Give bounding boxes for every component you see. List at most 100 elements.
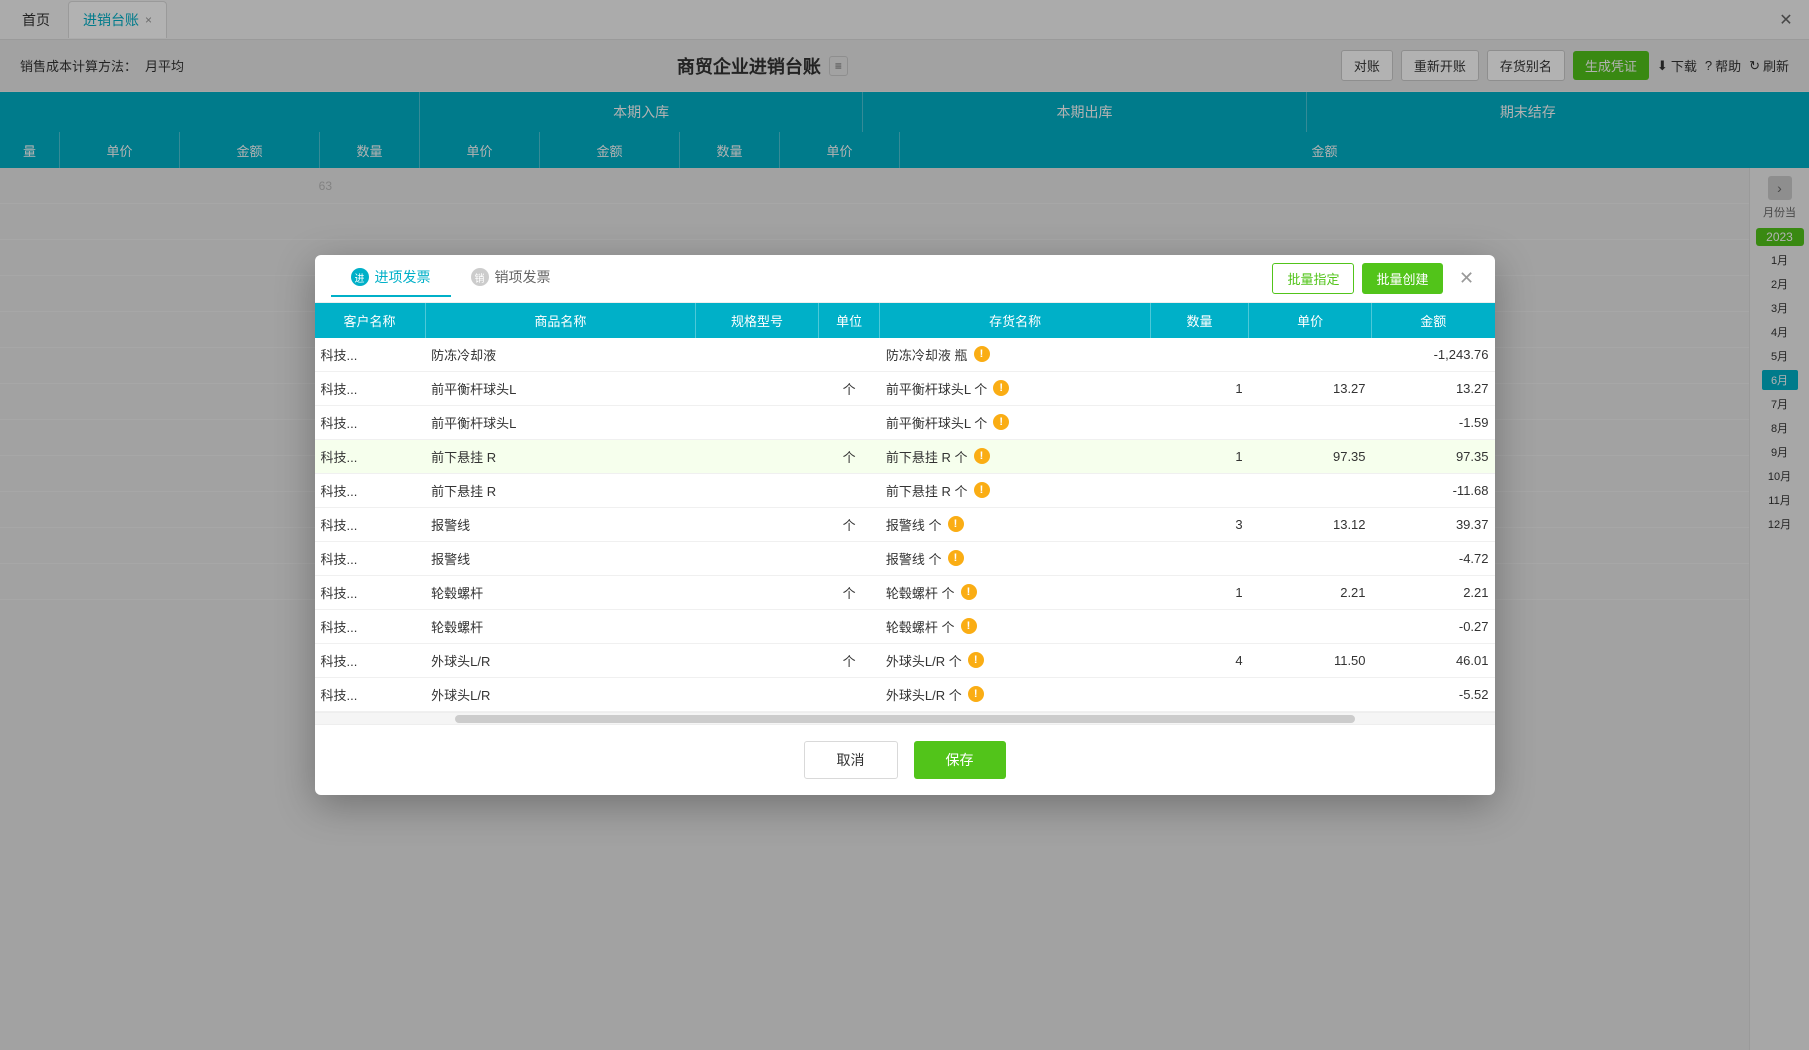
modal-tabs: 进 进项发票 销 销项发票 <box>331 259 571 297</box>
modal-table: 客户名称 商品名称 规格型号 单位 存货名称 数量 单价 金额 科技...防冻冷… <box>315 303 1495 713</box>
save-button[interactable]: 保存 <box>914 741 1006 779</box>
cell-amount: 97.35 <box>1372 440 1495 474</box>
cell-price <box>1249 406 1372 440</box>
warn-icon: ! <box>968 686 984 702</box>
batch-specify-button[interactable]: 批量指定 <box>1272 263 1354 294</box>
batch-create-button[interactable]: 批量创建 <box>1362 263 1442 294</box>
cell-qty <box>1150 406 1248 440</box>
cell-customer: 科技... <box>315 440 426 474</box>
scrollbar-thumb[interactable] <box>455 715 1355 723</box>
cell-unit <box>818 678 879 712</box>
modal-batch-buttons: 批量指定 批量创建 <box>1272 255 1442 302</box>
table-row: 科技...轮毂螺杆个轮毂螺杆 个!12.212.21 <box>315 576 1495 610</box>
modal-table-head: 客户名称 商品名称 规格型号 单位 存货名称 数量 单价 金额 <box>315 303 1495 338</box>
cell-price: 97.35 <box>1249 440 1372 474</box>
cell-price: 2.21 <box>1249 576 1372 610</box>
inventory-name-text: 外球头L/R 个 <box>886 651 962 670</box>
tab-sales-invoice[interactable]: 销 销项发票 <box>451 259 571 297</box>
warn-icon: ! <box>974 346 990 362</box>
th-inventory: 存货名称 <box>880 303 1150 338</box>
cell-product: 报警线 <box>425 542 695 576</box>
th-unit: 单位 <box>818 303 879 338</box>
modal-close-button[interactable]: ✕ <box>1455 266 1479 290</box>
inventory-name-text: 前平衡杆球头L 个 <box>886 379 987 398</box>
cell-product: 防冻冷却液 <box>425 338 695 372</box>
table-row: 科技...防冻冷却液防冻冷却液 瓶!-1,243.76 <box>315 338 1495 372</box>
modal-table-header-row: 客户名称 商品名称 规格型号 单位 存货名称 数量 单价 金额 <box>315 303 1495 338</box>
inventory-name-text: 报警线 个 <box>886 549 942 568</box>
warn-icon: ! <box>993 380 1009 396</box>
cell-amount: -0.27 <box>1372 610 1495 644</box>
modal-table-body: 科技...防冻冷却液防冻冷却液 瓶!-1,243.76科技...前平衡杆球头L个… <box>315 338 1495 712</box>
cell-qty <box>1150 678 1248 712</box>
cell-customer: 科技... <box>315 508 426 542</box>
modal-header: 进 进项发票 销 销项发票 批量指定 批量创建 ✕ <box>315 255 1495 303</box>
cell-unit: 个 <box>818 644 879 678</box>
cell-inventory: 轮毂螺杆 个! <box>880 576 1150 610</box>
table-row: 科技...前平衡杆球头L个前平衡杆球头L 个!113.2713.27 <box>315 372 1495 406</box>
cell-spec <box>696 542 819 576</box>
table-row: 科技...报警线 报警线 个! -4.72 <box>315 542 1495 576</box>
cell-inventory: 报警线 个! <box>880 542 1150 576</box>
warn-icon: ! <box>961 584 977 600</box>
cell-unit <box>818 406 879 440</box>
cancel-button[interactable]: 取消 <box>804 741 898 779</box>
warn-icon: ! <box>974 448 990 464</box>
cell-spec <box>696 338 819 372</box>
cell-amount: 2.21 <box>1372 576 1495 610</box>
cell-price <box>1249 474 1372 508</box>
cell-spec <box>696 406 819 440</box>
cell-amount: -4.72 <box>1372 542 1495 576</box>
cell-unit: 个 <box>818 576 879 610</box>
warn-icon: ! <box>974 482 990 498</box>
horizontal-scrollbar[interactable] <box>315 712 1495 724</box>
cell-spec <box>696 508 819 542</box>
cell-inventory: 外球头L/R 个! <box>880 678 1150 712</box>
cell-customer: 科技... <box>315 576 426 610</box>
modal-footer: 取消 保存 <box>315 724 1495 795</box>
cell-spec <box>696 610 819 644</box>
cell-product: 轮毂螺杆 <box>425 576 695 610</box>
cell-qty <box>1150 542 1248 576</box>
cell-amount: -11.68 <box>1372 474 1495 508</box>
cell-customer: 科技... <box>315 542 426 576</box>
th-qty: 数量 <box>1150 303 1248 338</box>
inventory-name-text: 轮毂螺杆 个 <box>886 617 955 636</box>
th-customer: 客户名称 <box>315 303 426 338</box>
cell-customer: 科技... <box>315 406 426 440</box>
table-row: 科技...前平衡杆球头L前平衡杆球头L 个!-1.59 <box>315 406 1495 440</box>
cell-spec <box>696 474 819 508</box>
warn-icon: ! <box>961 618 977 634</box>
inventory-name-text: 前下悬挂 R 个 <box>886 481 968 500</box>
cell-unit: 个 <box>818 372 879 406</box>
cell-spec <box>696 576 819 610</box>
cell-inventory: 外球头L/R 个! <box>880 644 1150 678</box>
tab-sales-icon: 销 <box>471 268 489 286</box>
cell-qty: 4 <box>1150 644 1248 678</box>
cell-customer: 科技... <box>315 338 426 372</box>
cell-price: 13.12 <box>1249 508 1372 542</box>
cell-product: 外球头L/R <box>425 678 695 712</box>
cell-inventory: 前下悬挂 R 个! <box>880 474 1150 508</box>
cell-customer: 科技... <box>315 474 426 508</box>
cell-amount: 13.27 <box>1372 372 1495 406</box>
tab-purchase-icon: 进 <box>351 268 369 286</box>
inventory-name-text: 防冻冷却液 瓶 <box>886 345 968 364</box>
cell-unit: 个 <box>818 440 879 474</box>
cell-unit <box>818 474 879 508</box>
cell-product: 前平衡杆球头L <box>425 406 695 440</box>
cell-price: 13.27 <box>1249 372 1372 406</box>
table-row: 科技...前下悬挂 R前下悬挂 R 个!-11.68 <box>315 474 1495 508</box>
cell-qty: 3 <box>1150 508 1248 542</box>
cell-price <box>1249 542 1372 576</box>
cell-amount: -1.59 <box>1372 406 1495 440</box>
cell-spec <box>696 372 819 406</box>
cell-price <box>1249 678 1372 712</box>
cell-spec <box>696 644 819 678</box>
tab-purchase-invoice[interactable]: 进 进项发票 <box>331 259 451 297</box>
cell-inventory: 报警线 个! <box>880 508 1150 542</box>
warn-icon: ! <box>993 414 1009 430</box>
cell-price <box>1249 610 1372 644</box>
cell-amount: 46.01 <box>1372 644 1495 678</box>
inventory-name-text: 前下悬挂 R 个 <box>886 447 968 466</box>
